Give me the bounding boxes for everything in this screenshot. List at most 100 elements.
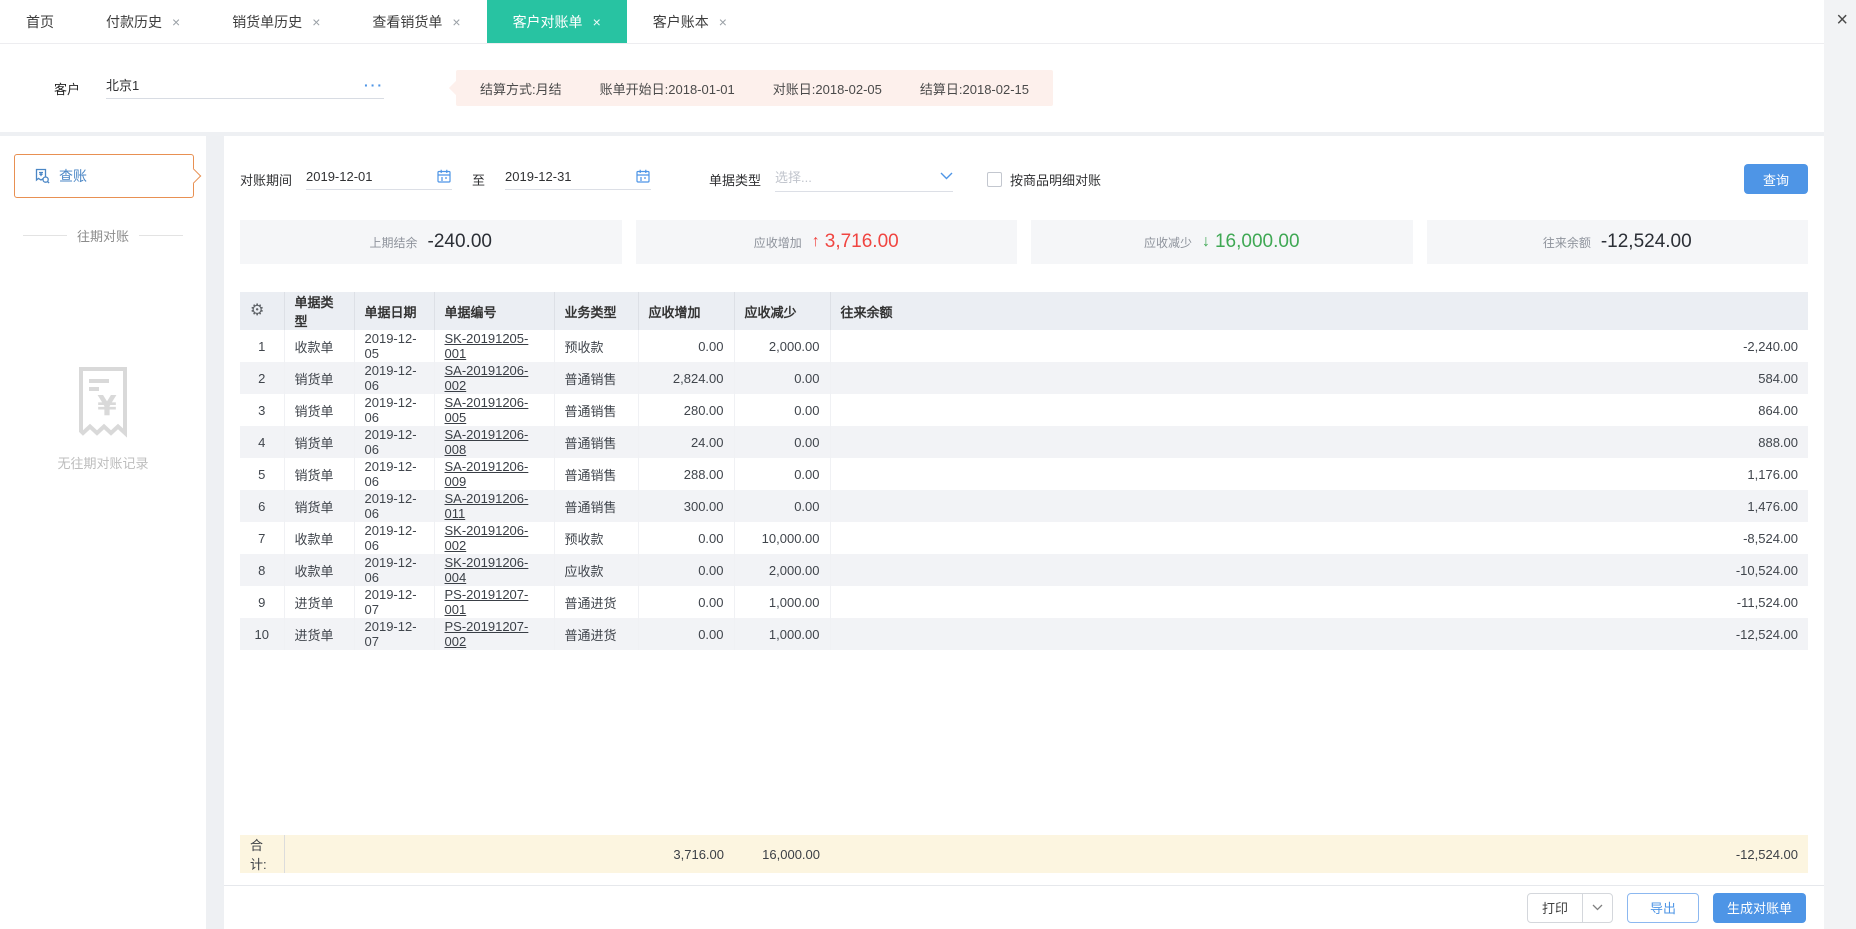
tab-客户对账单[interactable]: 客户对账单 × (486, 0, 627, 43)
cell-balance: -8,524.00 (1743, 530, 1798, 546)
document-number-link[interactable]: SA-20191206-011 (445, 491, 529, 521)
cell-doc-type: 销货单 (284, 426, 355, 458)
tab-close-icon[interactable]: × (593, 14, 601, 30)
summary-card-label: 应收增加 (753, 235, 802, 250)
summary-card-label: 往来余额 (1542, 235, 1591, 250)
cell-doc-type: 进货单 (284, 586, 355, 618)
document-number-link[interactable]: SA-20191206-005 (445, 395, 529, 425)
col-recv-decrease: 应收减少 (734, 292, 831, 330)
summary-card-应收减少: 应收减少 ↓ 16,000.00 (1031, 220, 1413, 264)
table-row: 2 销货单 2019-12-06 SA-20191206-002 普通销售 2,824.0… (240, 362, 1808, 394)
summary-card-amount: 3,716.00 (824, 231, 899, 252)
tab-label: 查看销货单 (372, 13, 443, 30)
cell-date: 2019-12-06 (354, 426, 435, 458)
cell-date: 2019-12-06 (354, 458, 435, 490)
cell-biz-type: 普通销售 (554, 490, 639, 522)
filter-row: 对账期间 至 单据类型 选择... (240, 164, 1808, 194)
export-button[interactable]: 导出 (1626, 892, 1699, 923)
summary-card-value: -12,524.00 (1601, 231, 1692, 253)
cell-doc-type: 销货单 (284, 490, 355, 522)
customer-label: 客户 (54, 81, 81, 97)
doc-type-select[interactable]: 选择... (775, 167, 954, 192)
document-number-link[interactable]: PS-20191207-001 (445, 587, 529, 617)
tab-首页[interactable]: 首页 (0, 0, 80, 43)
table-row: 7 收款单 2019-12-06 SK-20191206-002 预收款 0.00 10,0… (240, 522, 1808, 554)
detail-checkbox-wrap[interactable]: 按商品明细对账 (987, 170, 1101, 189)
cell-date: 2019-12-06 (354, 522, 435, 554)
table-row: 4 销货单 2019-12-06 SA-20191206-008 普通销售 24.00 0.… (240, 426, 1808, 458)
cell-number: SA-20191206-008 (434, 426, 555, 458)
date-from-input[interactable] (306, 168, 412, 184)
document-number-link[interactable]: SK-20191206-002 (445, 523, 529, 553)
table-row: 10 进货单 2019-12-07 PS-20191207-002 普通进货 0.00 1,… (240, 618, 1808, 650)
col-balance: 往来余额 (830, 292, 1808, 330)
main-panel: 对账期间 至 单据类型 选择... (224, 136, 1824, 929)
arrow-up-icon: ↑ (811, 233, 820, 250)
tab-销货单历史[interactable]: 销货单历史 × (206, 0, 346, 43)
total-row: 合计: 3,716.00 16,000.00 -12,524.00 (240, 835, 1808, 873)
cell-balance: -2,240.00 (1743, 338, 1798, 354)
tab-客户账本[interactable]: 客户账本 × (627, 0, 753, 43)
cell-recv-increase: 0.00 (638, 618, 735, 650)
cell-balance: -10,524.00 (830, 554, 1808, 586)
tab-查看销货单[interactable]: 查看销货单 × (346, 0, 486, 43)
calendar-icon[interactable] (635, 168, 651, 184)
tab-close-icon[interactable]: × (719, 14, 727, 30)
cell-date: 2019-12-06 (354, 554, 435, 586)
document-number-link[interactable]: SK-20191205-001 (445, 331, 529, 361)
cell-biz-type: 普通销售 (554, 426, 639, 458)
print-split-button[interactable]: 打印 (1526, 892, 1613, 923)
calendar-icon[interactable] (436, 168, 452, 184)
cell-number: SA-20191206-009 (434, 458, 555, 490)
summary-card-amount: -240.00 (427, 231, 492, 252)
tab-label: 销货单历史 (232, 13, 303, 30)
customer-input[interactable] (106, 77, 307, 92)
total-recv-decrease: 16,000.00 (734, 835, 830, 873)
tab-close-icon[interactable]: × (172, 14, 180, 30)
cell-recv-decrease: 2,000.00 (734, 330, 831, 362)
cell-recv-increase: 2,824.00 (638, 362, 735, 394)
to-label: 至 (472, 172, 486, 188)
cell-doc-type: 销货单 (284, 362, 355, 394)
query-button[interactable]: 查询 (1744, 164, 1808, 194)
cell-doc-type: 销货单 (284, 394, 355, 426)
cell-biz-type: 普通进货 (554, 586, 639, 618)
total-label: 合计: (240, 835, 285, 873)
close-icon[interactable]: × (1836, 10, 1848, 30)
summary-card-value: ↓ 16,000.00 (1202, 231, 1300, 253)
gear-icon[interactable]: ⚙ (250, 302, 264, 319)
sidebar-item-check-account[interactable]: 查账 (14, 154, 194, 198)
cell-index: 5 (240, 458, 285, 490)
more-ellipsis-icon[interactable]: ··· (364, 78, 384, 92)
summary-card-label: 应收减少 (1143, 235, 1192, 250)
cell-recv-decrease: 0.00 (734, 490, 831, 522)
check-account-label: 查账 (59, 168, 87, 184)
cell-date: 2019-12-06 (354, 490, 435, 522)
document-number-link[interactable]: SK-20191206-004 (445, 555, 529, 585)
cell-date: 2019-12-05 (354, 330, 435, 362)
cell-recv-decrease: 0.00 (734, 458, 831, 490)
tab-付款历史[interactable]: 付款历史 × (80, 0, 206, 43)
detail-checkbox[interactable] (987, 171, 1003, 187)
tab-close-icon[interactable]: × (312, 14, 320, 30)
cell-biz-type: 预收款 (554, 330, 639, 362)
print-dropdown-chevron-icon[interactable] (1581, 893, 1612, 922)
summary-card-label: 上期结余 (369, 235, 418, 250)
summary-card-上期结余: 上期结余 -240.00 (240, 220, 622, 264)
cell-biz-type: 普通进货 (554, 618, 639, 650)
table-row: 1 收款单 2019-12-05 SK-20191205-001 预收款 0.00 2,00… (240, 330, 1808, 362)
generate-statement-button[interactable]: 生成对账单 (1712, 892, 1806, 923)
date-from-field (306, 168, 453, 190)
print-button[interactable]: 打印 (1528, 894, 1582, 922)
billing-info-item: 对账日:2018-02-05 (772, 81, 882, 97)
table-row: 3 销货单 2019-12-06 SA-20191206-005 普通销售 280.00 0… (240, 394, 1808, 426)
document-number-link[interactable]: SA-20191206-009 (445, 459, 529, 489)
date-to-input[interactable] (505, 168, 611, 184)
document-number-link[interactable]: SA-20191206-008 (445, 427, 529, 457)
tab-close-icon[interactable]: × (452, 14, 460, 30)
receipt-empty-icon: ¥ (67, 363, 139, 443)
document-number-link[interactable]: PS-20191207-002 (445, 619, 529, 649)
document-number-link[interactable]: SA-20191206-002 (445, 363, 529, 393)
receipt-search-icon (33, 167, 51, 185)
period-label: 对账期间 (240, 172, 293, 188)
